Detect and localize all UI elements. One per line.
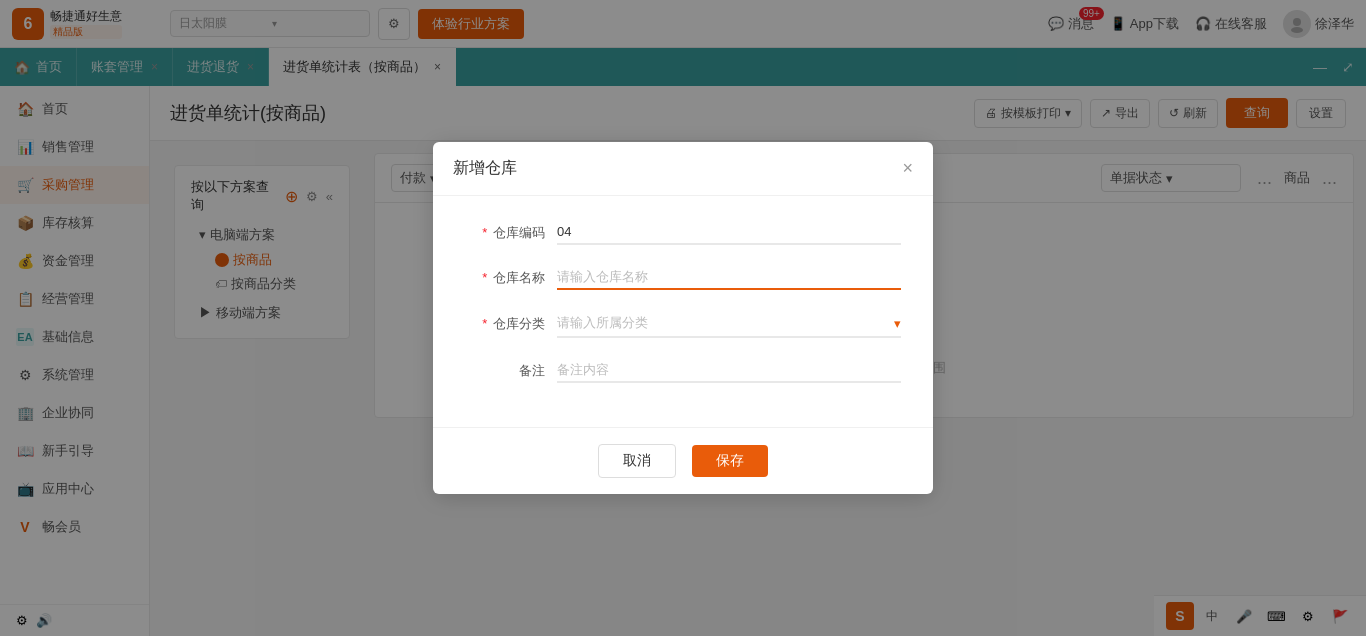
add-warehouse-modal: 新增仓库 × * 仓库编码 * 仓库名称 <box>433 142 933 494</box>
remark-label: 备注 <box>465 362 545 380</box>
modal-body: * 仓库编码 * 仓库名称 * 仓库分类 请输入所属 <box>433 196 933 427</box>
category-chevron-icon: ▾ <box>894 316 901 331</box>
modal-header: 新增仓库 × <box>433 142 933 196</box>
cancel-button[interactable]: 取消 <box>598 444 676 478</box>
form-row-remark: 备注 <box>465 358 901 383</box>
remark-input[interactable] <box>557 358 901 383</box>
warehouse-category-select[interactable]: 请输入所属分类 ▾ <box>557 310 901 338</box>
save-button[interactable]: 保存 <box>692 445 768 477</box>
form-row-category: * 仓库分类 请输入所属分类 ▾ <box>465 310 901 338</box>
form-row-name: * 仓库名称 <box>465 265 901 290</box>
modal-footer: 取消 保存 <box>433 427 933 494</box>
warehouse-code-label: * 仓库编码 <box>465 224 545 242</box>
modal-close-button[interactable]: × <box>902 158 913 179</box>
modal-overlay: 新增仓库 × * 仓库编码 * 仓库名称 <box>0 0 1366 636</box>
warehouse-name-input[interactable] <box>557 265 901 290</box>
warehouse-name-label: * 仓库名称 <box>465 269 545 287</box>
form-row-code: * 仓库编码 <box>465 220 901 245</box>
warehouse-code-input[interactable] <box>557 220 901 245</box>
modal-title: 新增仓库 <box>453 158 902 179</box>
warehouse-category-label: * 仓库分类 <box>465 315 545 333</box>
